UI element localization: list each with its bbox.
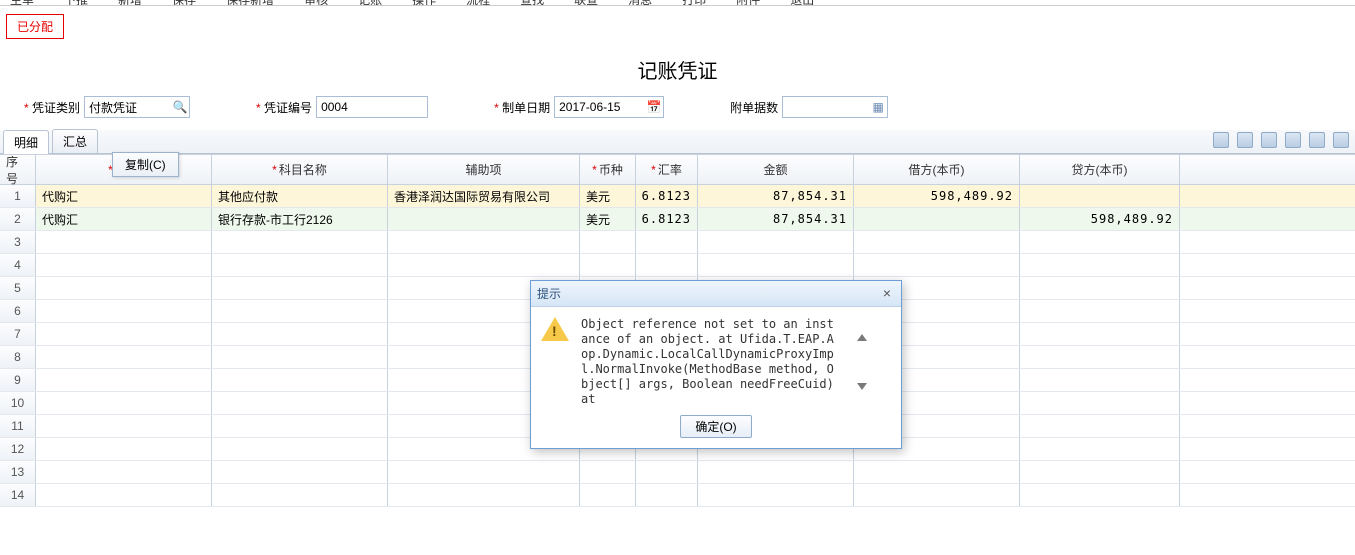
scroll-up-icon[interactable]: [857, 334, 867, 341]
cell-seq: 10: [0, 392, 36, 414]
cell-seq: 12: [0, 438, 36, 460]
cell-aux[interactable]: 香港泽润达国际贸易有限公司: [388, 185, 580, 207]
cell-seq: 14: [0, 484, 36, 506]
calc-icon[interactable]: ▦: [869, 97, 887, 117]
cell-seq: 6: [0, 300, 36, 322]
col-subject: *科目名称: [212, 155, 388, 184]
cell-seq: 13: [0, 461, 36, 483]
cell-aux[interactable]: [388, 208, 580, 230]
toolbar-icon-2[interactable]: [1237, 132, 1253, 148]
search-icon[interactable]: 🔍: [171, 97, 189, 117]
cell-currency[interactable]: 美元: [580, 185, 636, 207]
table-row[interactable]: 13: [0, 461, 1355, 484]
tab-summary[interactable]: 汇总: [52, 129, 98, 153]
menu-item[interactable]: 记账: [358, 0, 382, 3]
attach-count-label: 附单据数: [730, 99, 778, 116]
dialog-message: Object reference not set to an instance …: [581, 317, 841, 407]
table-row[interactable]: 1代购汇其他应付款香港泽润达国际贸易有限公司美元6.812387,854.315…: [0, 185, 1355, 208]
menu-item[interactable]: 操作: [412, 0, 436, 3]
cell-credit[interactable]: 598,489.92: [1020, 208, 1180, 230]
cell-debit[interactable]: [854, 208, 1020, 230]
calendar-icon[interactable]: 📅: [645, 97, 663, 117]
col-aux: 辅助项: [388, 155, 580, 184]
col-amount: 金额: [698, 155, 854, 184]
toolbar-icon-4[interactable]: [1285, 132, 1301, 148]
table-row[interactable]: 3: [0, 231, 1355, 254]
cell-summary[interactable]: 代购汇: [36, 208, 212, 230]
toolbar-icon-1[interactable]: [1213, 132, 1229, 148]
cell-summary[interactable]: 代购汇: [36, 185, 212, 207]
menu-item[interactable]: 退出: [790, 0, 814, 3]
ok-button[interactable]: 确定(O): [680, 415, 751, 438]
close-icon[interactable]: ×: [879, 286, 895, 302]
cell-seq: 8: [0, 346, 36, 368]
col-rate: *汇率: [636, 155, 698, 184]
cell-rate[interactable]: 6.8123: [636, 208, 698, 230]
cell-amount[interactable]: 87,854.31: [698, 185, 854, 207]
cell-debit[interactable]: 598,489.92: [854, 185, 1020, 207]
page-title: 记账凭证: [0, 55, 1355, 84]
cell-subject[interactable]: 银行存款-市工行2126: [212, 208, 388, 230]
status-badge: 已分配: [6, 14, 64, 39]
cell-seq: 7: [0, 323, 36, 345]
menu-item[interactable]: 查找: [520, 0, 544, 3]
voucher-form: 凭证类别 🔍 凭证编号 制单日期 📅 附单据数 ▦: [0, 92, 1355, 124]
menu-item[interactable]: 附件: [736, 0, 760, 3]
menu-item[interactable]: 流程: [466, 0, 490, 3]
error-dialog: 提示 × Object reference not set to an inst…: [530, 280, 902, 449]
table-row[interactable]: 4: [0, 254, 1355, 277]
attach-count-input[interactable]: [783, 97, 869, 117]
col-credit: 贷方(本币): [1020, 155, 1180, 184]
col-currency: *币种: [580, 155, 636, 184]
warning-icon: [541, 317, 569, 345]
tab-detail[interactable]: 明细: [3, 130, 49, 154]
menu-item[interactable]: 联查: [574, 0, 598, 3]
cell-currency[interactable]: 美元: [580, 208, 636, 230]
scroll-down-icon[interactable]: [857, 383, 867, 390]
voucher-date-label: 制单日期: [494, 99, 550, 116]
menu-item[interactable]: 保存: [172, 0, 196, 3]
toolbar-icon-3[interactable]: [1261, 132, 1277, 148]
grid-header: 序号 *摘要 *科目名称 辅助项 *币种 *汇率 金额 借方(本币) 贷方(本币…: [0, 155, 1355, 185]
menu-item[interactable]: 生单: [10, 0, 34, 3]
table-row[interactable]: 2代购汇银行存款-市工行2126 美元6.812387,854.31 598,489…: [0, 208, 1355, 231]
context-menu-copy[interactable]: 复制(C): [112, 152, 179, 177]
voucher-no-label: 凭证编号: [256, 99, 312, 116]
col-seq: 序号: [0, 155, 36, 184]
cell-credit[interactable]: [1020, 185, 1180, 207]
voucher-no-input[interactable]: [317, 97, 427, 117]
menu-item[interactable]: 打印: [682, 0, 706, 3]
menu-item[interactable]: 下推: [64, 0, 88, 3]
menu-item[interactable]: 审核: [304, 0, 328, 3]
cell-seq: 2: [0, 208, 36, 230]
cell-amount[interactable]: 87,854.31: [698, 208, 854, 230]
voucher-date-input[interactable]: [555, 97, 645, 117]
cell-seq: 9: [0, 369, 36, 391]
menu-item[interactable]: 保存新增: [226, 0, 274, 3]
cell-rate[interactable]: 6.8123: [636, 185, 698, 207]
dialog-title: 提示: [537, 285, 561, 302]
cell-seq: 3: [0, 231, 36, 253]
toolbar-icon-6[interactable]: [1333, 132, 1349, 148]
table-row[interactable]: 14: [0, 484, 1355, 507]
voucher-type-label: 凭证类别: [24, 99, 80, 116]
cell-seq: 1: [0, 185, 36, 207]
cell-seq: 4: [0, 254, 36, 276]
cell-subject[interactable]: 其他应付款: [212, 185, 388, 207]
menu-item[interactable]: 消息: [628, 0, 652, 3]
menu-item[interactable]: 新增: [118, 0, 142, 3]
toolbar-icon-5[interactable]: [1309, 132, 1325, 148]
cell-seq: 5: [0, 277, 36, 299]
tabs-bar: 明细 汇总: [0, 130, 1355, 154]
col-debit: 借方(本币): [854, 155, 1020, 184]
cell-seq: 11: [0, 415, 36, 437]
voucher-type-input[interactable]: [85, 97, 171, 117]
